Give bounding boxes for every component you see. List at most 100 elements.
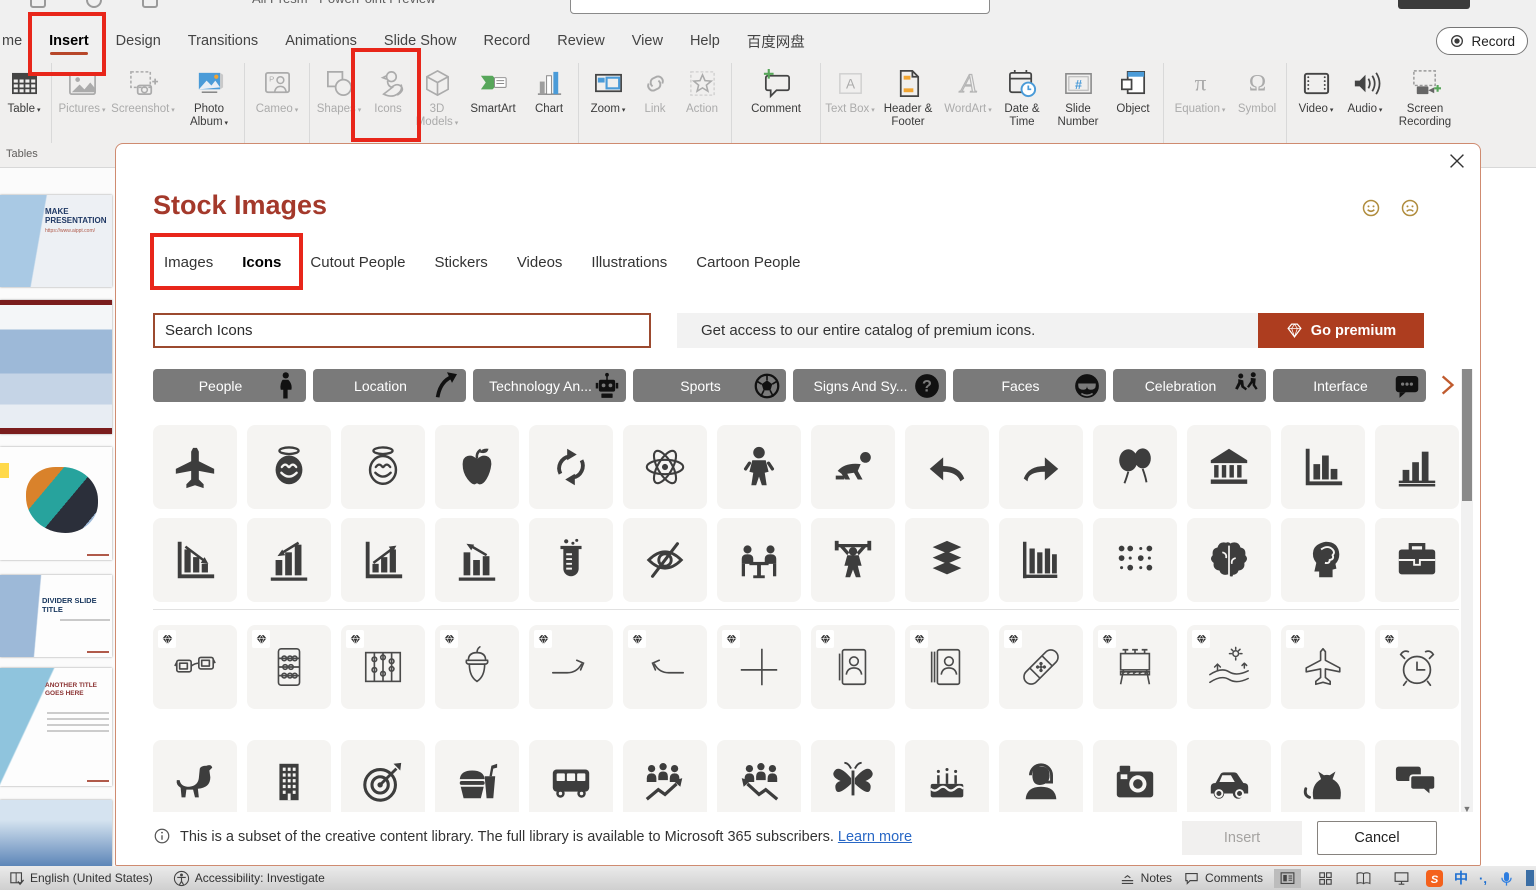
record-button[interactable]: Record — [1436, 27, 1528, 55]
stock-icon-crawling-baby[interactable] — [811, 425, 895, 509]
share-icon[interactable] — [30, 0, 46, 8]
close-icon[interactable] — [1446, 150, 1468, 172]
slide-thumbnail-3[interactable] — [0, 447, 112, 560]
stock-icon-brain[interactable] — [1187, 518, 1271, 602]
tab-cutout-people[interactable]: Cutout People — [310, 254, 405, 271]
tab-images[interactable]: Images — [164, 254, 213, 271]
stock-icon-baby[interactable] — [717, 425, 801, 509]
search-input[interactable] — [153, 313, 651, 348]
ribbon-button-equation[interactable]: π Equation ▾ — [1168, 60, 1232, 148]
status-mic[interactable] — [1498, 870, 1515, 887]
status-english-united-states[interactable]: English (United States) — [8, 870, 153, 887]
stock-icon-refresh-arrows[interactable] — [529, 425, 613, 509]
tab-illustrations[interactable]: Illustrations — [591, 254, 667, 271]
stock-icon-bar-chart[interactable] — [1281, 425, 1365, 509]
undo-icon[interactable] — [86, 0, 102, 8]
status-view-show[interactable] — [1388, 869, 1415, 888]
stock-icon-briefcase[interactable] — [1375, 518, 1459, 602]
ribbon-button-text-box[interactable]: A Text Box ▾ — [825, 60, 875, 148]
stock-icon-road-branch-right[interactable] — [529, 625, 613, 709]
stock-icon-bar-chart-growth[interactable] — [341, 518, 425, 602]
ribbon-button-wordart[interactable]: A WordArt ▾ — [941, 60, 995, 148]
slide-thumbnail-4[interactable]: DIVIDER SLIDE TITLE — [0, 575, 112, 657]
menu-tab-transitions[interactable]: Transitions — [188, 22, 258, 60]
slide-thumbnail-2[interactable] — [0, 300, 112, 434]
category-pill-technology-an[interactable]: Technology An... — [473, 369, 626, 402]
stock-icon-road-branch-left[interactable] — [623, 625, 707, 709]
menu-tab-design[interactable]: Design — [116, 22, 161, 60]
titlebar-search[interactable] — [570, 0, 990, 14]
stock-icon-braille[interactable] — [1093, 518, 1177, 602]
stock-icon-3d-glasses[interactable] — [153, 625, 237, 709]
category-pill-celebration[interactable]: Celebration — [1113, 369, 1266, 402]
ribbon-button-chart[interactable]: Chart — [524, 60, 574, 148]
ribbon-button-smartart[interactable]: SmartArt — [462, 60, 524, 148]
menu-tab-me[interactable]: me — [2, 22, 22, 60]
stock-icon-airplane[interactable] — [153, 425, 237, 509]
stock-icon-road-cross[interactable] — [717, 625, 801, 709]
menu-tab-help[interactable]: Help — [690, 22, 720, 60]
status-item[interactable]: ·, — [1479, 871, 1487, 886]
ribbon-button-slide-number[interactable]: # Slide Number — [1049, 60, 1107, 148]
chevron-right-icon[interactable] — [1434, 372, 1460, 398]
go-premium-button[interactable]: Go premium — [1258, 313, 1424, 348]
ribbon-button-shapes[interactable]: Shapes ▾ — [314, 60, 364, 148]
ribbon-button-screenshot[interactable]: Screenshot ▾ — [108, 60, 178, 148]
stock-icon-smiling-face-halo-outline[interactable] — [341, 425, 425, 509]
stock-icon-bookshelf[interactable] — [999, 518, 1083, 602]
category-pill-location[interactable]: Location — [313, 369, 466, 402]
cancel-button[interactable]: Cancel — [1317, 821, 1437, 855]
status-notes[interactable]: Notes — [1119, 870, 1172, 887]
menu-tab-animations[interactable]: Animations — [285, 22, 357, 60]
slide-thumbnail-5[interactable]: ANOTHER TITLE GOES HERE — [0, 668, 112, 786]
ribbon-button-action[interactable]: Action — [677, 60, 727, 148]
save-icon[interactable] — [142, 0, 158, 8]
stock-icon-billboard[interactable] — [1093, 625, 1177, 709]
feedback-smile-icon[interactable] — [1361, 198, 1381, 218]
ribbon-button-comment[interactable]: Comment — [736, 60, 816, 148]
feedback-frown-icon[interactable] — [1400, 198, 1420, 218]
stock-icon-bar-chart-arrow-down[interactable] — [247, 518, 331, 602]
menu-tab-view[interactable]: View — [632, 22, 663, 60]
stock-icon-hidden-eye[interactable] — [623, 518, 707, 602]
stock-icon-arrow-forward[interactable] — [999, 425, 1083, 509]
stock-icon-smiling-face-halo[interactable] — [247, 425, 331, 509]
menu-tab-review[interactable]: Review — [557, 22, 605, 60]
ribbon-button-header-footer[interactable]: Header & Footer — [875, 60, 941, 148]
ribbon-button-3d-models[interactable]: 3D Models ▾ — [412, 60, 462, 148]
stock-icon-bar-chart-ascending[interactable] — [1375, 425, 1459, 509]
ribbon-button-object[interactable]: Object — [1107, 60, 1159, 148]
tab-icons[interactable]: Icons — [242, 254, 281, 271]
slide-thumbnail-1[interactable]: MAKE PRESENTATION https://www.aippt.com/ — [0, 195, 112, 287]
status-view-grid[interactable] — [1312, 869, 1339, 888]
category-pill-interface[interactable]: Interface — [1273, 369, 1426, 402]
sign-in-button[interactable] — [1398, 0, 1470, 9]
stock-icon-arrow-back[interactable] — [905, 425, 989, 509]
ribbon-button-screen-recording[interactable]: Screen Recording — [1389, 60, 1461, 148]
ribbon-button-symbol[interactable]: Ω Symbol — [1232, 60, 1282, 148]
insert-button[interactable]: Insert — [1182, 821, 1302, 855]
ribbon-button-pictures[interactable]: Pictures ▾ — [56, 60, 108, 148]
ribbon-button-table[interactable]: Table ▾ — [1, 60, 47, 148]
stock-icon-bandage[interactable] — [999, 625, 1083, 709]
status-view-read[interactable] — [1350, 869, 1377, 888]
learn-more-link[interactable]: Learn more — [838, 829, 912, 845]
stock-icon-book-stack[interactable] — [905, 518, 989, 602]
stock-icon-address-book[interactable] — [811, 625, 895, 709]
tab-cartoon-people[interactable]: Cartoon People — [696, 254, 800, 271]
ribbon-button-cameo[interactable]: P Cameo ▾ — [249, 60, 305, 148]
stock-icon-meeting-table[interactable] — [717, 518, 801, 602]
stock-icon-address-book-2[interactable] — [905, 625, 989, 709]
stock-icon-atom[interactable] — [623, 425, 707, 509]
stock-icon-head-with-brain[interactable] — [1281, 518, 1365, 602]
scrollbar[interactable]: ▼ — [1461, 369, 1473, 816]
ribbon-button-audio[interactable]: Audio ▾ — [1341, 60, 1389, 148]
status-中[interactable]: 中 — [1454, 868, 1468, 888]
status-comments[interactable]: Comments — [1183, 870, 1263, 887]
ribbon-button-zoom[interactable]: Zoom ▾ — [583, 60, 633, 148]
stock-icon-airplane-outline[interactable] — [1281, 625, 1365, 709]
status-view-normal[interactable] — [1274, 868, 1302, 888]
stock-icon-acorn[interactable] — [435, 625, 519, 709]
ribbon-button-icons[interactable]: Icons — [364, 60, 412, 148]
stock-icon-bank-building[interactable] — [1187, 425, 1271, 509]
